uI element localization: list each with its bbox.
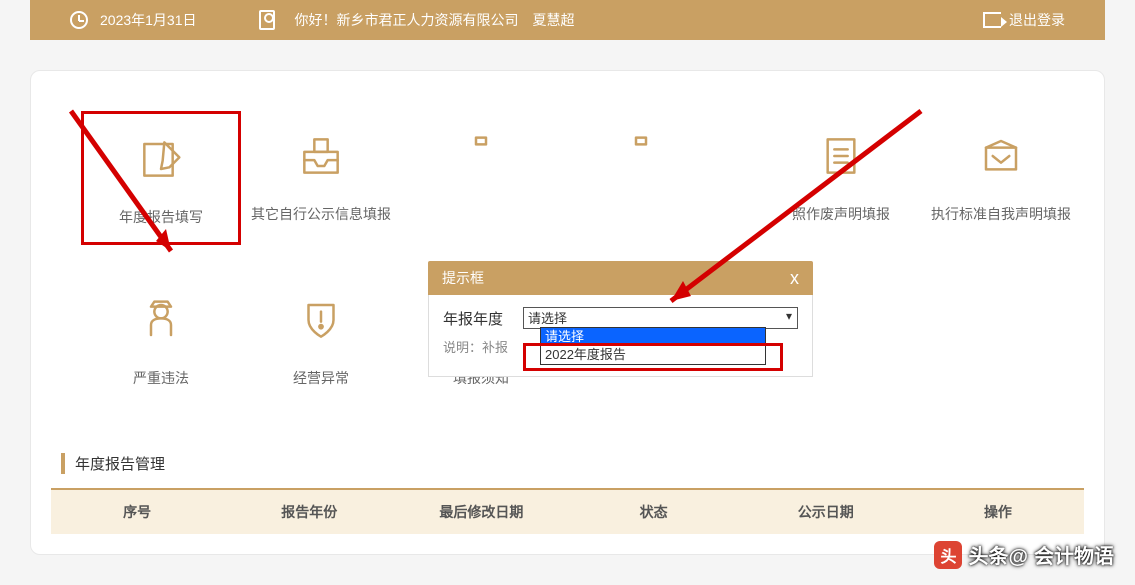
nav-abnormal-operation[interactable]: 经营异常 [241, 275, 401, 403]
nav-serious-violation[interactable]: 严重违法 [81, 275, 241, 403]
nav-other-disclosure[interactable]: 其它自行公示信息填报 [241, 111, 401, 245]
clock-icon [70, 11, 88, 29]
modal-title: 提示框 [442, 268, 484, 288]
nav-standard-declaration[interactable]: 执行标准自我声明填报 [921, 111, 1081, 245]
table-header: 序号 报告年份 最后修改日期 状态 公示日期 操作 [51, 488, 1084, 534]
logout-button[interactable]: 退出登录 [983, 10, 1065, 30]
th-index: 序号 [51, 502, 223, 522]
main-card: 年度报告填写 其它自行公示信息填报 [30, 70, 1105, 555]
envelope-icon [976, 131, 1026, 181]
document-icon [616, 131, 666, 181]
edit-document-icon [136, 134, 186, 184]
year-select[interactable]: 请选择 [523, 307, 798, 329]
nav-annual-report[interactable]: 年度报告填写 [81, 111, 241, 245]
th-status: 状态 [568, 502, 740, 522]
nav-label: 严重违法 [86, 368, 236, 388]
th-year: 报告年份 [223, 502, 395, 522]
user-icon [259, 10, 275, 30]
greeting-text: 你好！新乡市君正人力资源有限公司 夏慧超 [295, 10, 575, 30]
nav-label: 经营异常 [246, 368, 396, 388]
inbox-icon [296, 131, 346, 181]
modal-header: 提示框 x [428, 261, 813, 295]
top-bar: 2023年1月31日 你好！新乡市君正人力资源有限公司 夏慧超 退出登录 [30, 0, 1105, 40]
th-modified: 最后修改日期 [395, 502, 567, 522]
nav-label: 年度报告填写 [89, 207, 233, 227]
watermark-logo-icon: 头 [934, 541, 962, 569]
nav-hidden-3 [721, 111, 761, 245]
watermark-prefix: 头条@ [968, 540, 1028, 569]
date-text: 2023年1月31日 [100, 10, 197, 30]
watermark-name: 会计物语 [1034, 540, 1114, 569]
section-title: 年度报告管理 [61, 453, 1094, 474]
th-action: 操作 [912, 502, 1084, 522]
logout-label: 退出登录 [1009, 10, 1065, 30]
document-lines-icon [816, 131, 866, 181]
dropdown-option-placeholder[interactable]: 请选择 [541, 328, 765, 346]
logout-icon [983, 12, 1001, 28]
year-dropdown[interactable]: 请选择 2022年度报告 [540, 327, 766, 365]
nav-label: 照作废声明填报 [766, 204, 916, 224]
nav-hidden-2[interactable] [561, 111, 721, 245]
modal-close-button[interactable]: x [790, 268, 799, 289]
nav-label: 其它自行公示信息填报 [246, 204, 396, 224]
dropdown-option-2022[interactable]: 2022年度报告 [541, 346, 765, 364]
stamp-icon [456, 131, 506, 181]
th-publish-date: 公示日期 [740, 502, 912, 522]
nav-hidden-1[interactable] [401, 111, 561, 245]
nav-void-declaration[interactable]: 照作废声明填报 [761, 111, 921, 245]
year-label: 年报年度 [443, 308, 523, 329]
watermark: 头 头条@ 会计物语 [934, 540, 1114, 569]
police-icon [136, 295, 186, 345]
nav-label: 执行标准自我声明填报 [926, 204, 1076, 224]
shield-warning-icon [296, 295, 346, 345]
